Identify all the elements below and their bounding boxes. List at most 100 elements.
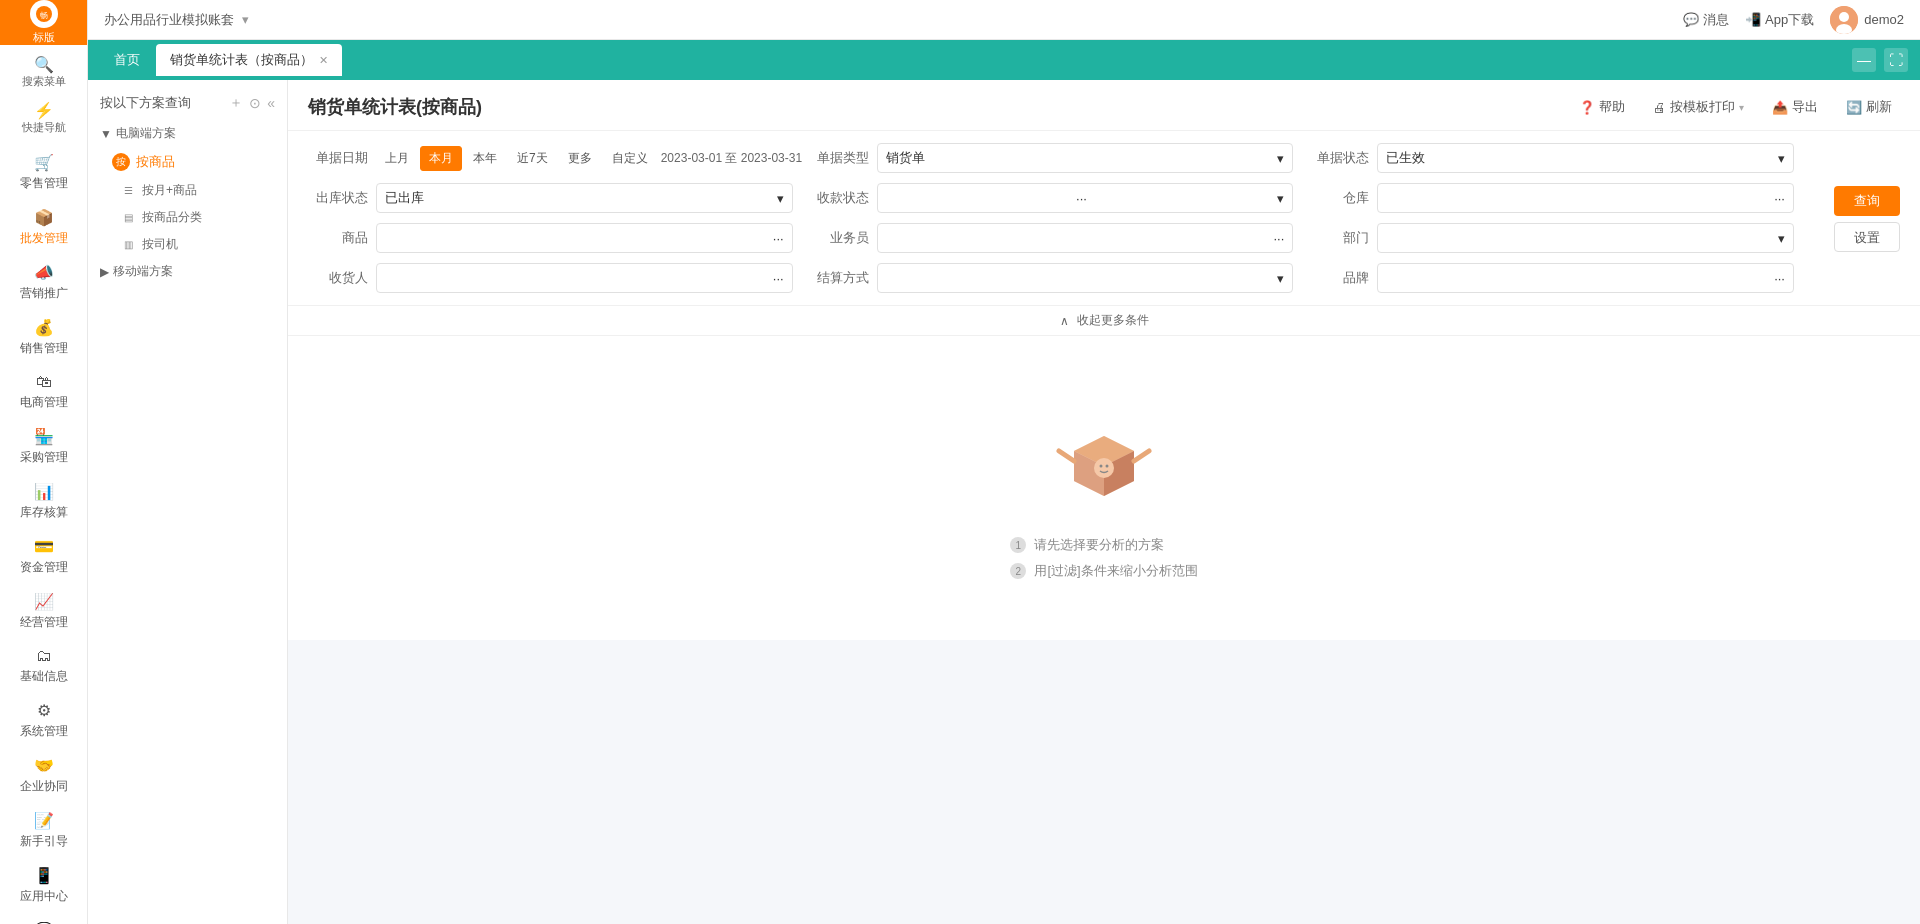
date-tab-this-month[interactable]: 本月 xyxy=(420,146,462,171)
svg-line-13 xyxy=(1134,451,1149,461)
finance-label: 资金管理 xyxy=(20,559,68,576)
scheme-label-by-product: 按商品 xyxy=(136,153,175,171)
collapse-panel-icon[interactable]: « xyxy=(267,95,275,111)
expand-icon: ▼ xyxy=(100,127,112,141)
doc-type-value: 销货单 xyxy=(886,149,925,167)
sidebar-item-basic[interactable]: 🗂 基础信息 xyxy=(0,639,87,693)
sidebar-item-system[interactable]: ⚙ 系统管理 xyxy=(0,693,87,748)
user-name: demo2 xyxy=(1864,12,1904,27)
marketing-label: 营销推广 xyxy=(20,285,68,302)
tab-home[interactable]: 首页 xyxy=(100,44,154,76)
sub-label-warehouse: 按司机 xyxy=(142,236,178,253)
app-download-btn[interactable]: 📲 App下载 xyxy=(1745,11,1814,29)
wholesale-label: 批发管理 xyxy=(20,230,68,247)
desktop-group-header[interactable]: ▼ 电脑端方案 xyxy=(88,120,287,147)
user-info[interactable]: demo2 xyxy=(1830,6,1904,34)
sidebar: 畅 标版 🔍 搜索菜单 ⚡ 快捷导航 🛒 零售管理 📦 批发管理 📣 营销推广 … xyxy=(0,0,88,924)
sidebar-item-enterprise[interactable]: 🤝 企业协同 xyxy=(0,748,87,803)
query-button[interactable]: 查询 xyxy=(1834,186,1900,216)
scheme-sub-by-warehouse[interactable]: ▥ 按司机 xyxy=(88,231,287,258)
product-control[interactable]: ··· xyxy=(376,223,793,253)
date-tab-last-month[interactable]: 上月 xyxy=(376,146,418,171)
tab-report[interactable]: 销货单统计表（按商品） ✕ xyxy=(156,44,342,76)
sidebar-item-app-center[interactable]: 📱 应用中心 xyxy=(0,858,87,913)
settings-button[interactable]: 设置 xyxy=(1834,222,1900,252)
sub-icon-warehouse: ▥ xyxy=(120,237,136,253)
add-scheme-icon[interactable]: ＋ xyxy=(229,94,243,112)
basic-label: 基础信息 xyxy=(20,668,68,685)
svg-point-11 xyxy=(1106,465,1109,468)
app-center-label: 应用中心 xyxy=(20,888,68,905)
logo-icon: 畅 xyxy=(30,0,58,28)
salesperson-control[interactable]: ··· xyxy=(877,223,1294,253)
export-btn[interactable]: 📤 导出 xyxy=(1764,94,1826,120)
payment-label: 收款状态 xyxy=(809,189,869,207)
filter-receiver: 收货人 ··· xyxy=(308,263,809,293)
mobile-expand-icon: ▶ xyxy=(100,265,109,279)
settings-scheme-icon[interactable]: ⊙ xyxy=(249,95,261,111)
brand-dots: ··· xyxy=(1774,271,1785,286)
panel-actions: ＋ ⊙ « xyxy=(229,94,275,112)
collapse-bar[interactable]: ∧ 收起更多条件 xyxy=(288,306,1920,336)
sidebar-item-marketing[interactable]: 📣 营销推广 xyxy=(0,255,87,310)
sidebar-item-retail[interactable]: 🛒 零售管理 xyxy=(0,145,87,200)
filter-date: 单据日期 上月 本月 本年 近7天 更多 自定义 2023-03-01 至 20… xyxy=(308,143,809,173)
payment-control[interactable]: ··· ▾ xyxy=(877,183,1294,213)
inventory-icon: 📊 xyxy=(34,482,54,501)
tab-maximize-btn[interactable]: ⛶ xyxy=(1884,48,1908,72)
filter-warehouse: 仓库 ··· xyxy=(1309,183,1810,213)
print-btn[interactable]: 🖨 按模板打印 ▾ xyxy=(1645,94,1752,120)
doc-status-control[interactable]: 已生效 ▾ xyxy=(1377,143,1794,173)
refresh-btn[interactable]: 🔄 刷新 xyxy=(1838,94,1900,120)
tab-close-icon[interactable]: ✕ xyxy=(319,54,328,67)
sidebar-item-inventory[interactable]: 📊 库存核算 xyxy=(0,474,87,529)
message-icon: 💬 xyxy=(1683,12,1699,27)
operation-label: 经营管理 xyxy=(20,614,68,631)
date-tab-this-year[interactable]: 本年 xyxy=(464,146,506,171)
warehouse-control[interactable]: ··· xyxy=(1377,183,1794,213)
sidebar-item-finance[interactable]: 💳 资金管理 xyxy=(0,529,87,584)
scheme-sub-by-month-product[interactable]: ☰ 按月+商品 xyxy=(88,177,287,204)
tip-text-2: 用[过滤]条件来缩小分析范围 xyxy=(1034,562,1197,580)
department-control[interactable]: ▾ xyxy=(1377,223,1794,253)
sidebar-item-wholesale[interactable]: 📦 批发管理 xyxy=(0,200,87,255)
operation-icon: 📈 xyxy=(34,592,54,611)
scheme-sub-by-category[interactable]: ▤ 按商品分类 xyxy=(88,204,287,231)
scheme-item-by-product[interactable]: 按 按商品 xyxy=(88,147,287,177)
finance-icon: 💳 xyxy=(34,537,54,556)
brand-control[interactable]: ··· xyxy=(1377,263,1794,293)
date-tab-7days[interactable]: 近7天 xyxy=(508,146,557,171)
message-btn[interactable]: 💬 消息 xyxy=(1683,11,1729,29)
payment-dots: ··· xyxy=(1076,191,1087,206)
salesperson-label: 业务员 xyxy=(809,229,869,247)
dropdown-arrow[interactable]: ▾ xyxy=(242,12,249,27)
page-body: 按以下方案查询 ＋ ⊙ « ▼ 电脑端方案 按 按商品 ☰ xyxy=(88,80,1920,924)
receiver-control[interactable]: ··· xyxy=(376,263,793,293)
mobile-group-header[interactable]: ▶ 移动端方案 xyxy=(88,258,287,285)
tabs-actions: — ⛶ xyxy=(1852,48,1908,72)
sidebar-item-ecommerce[interactable]: 🛍 电商管理 xyxy=(0,365,87,419)
date-tab-custom[interactable]: 自定义 xyxy=(603,146,657,171)
tab-minimize-btn[interactable]: — xyxy=(1852,48,1876,72)
doc-type-chevron: ▾ xyxy=(1277,151,1284,166)
top-header: 办公用品行业模拟账套 ▾ 💬 消息 📲 App下载 de xyxy=(88,0,1920,40)
empty-illustration xyxy=(1044,396,1164,516)
date-tab-more[interactable]: 更多 xyxy=(559,146,601,171)
doc-status-value: 已生效 xyxy=(1386,149,1425,167)
sidebar-item-sales[interactable]: 💰 销售管理 xyxy=(0,310,87,365)
sidebar-item-wechat[interactable]: 💬 企业微信 xyxy=(0,913,87,924)
message-label: 消息 xyxy=(1703,11,1729,29)
sidebar-item-guide[interactable]: 📝 新手引导 xyxy=(0,803,87,858)
sidebar-item-purchase[interactable]: 🏪 采购管理 xyxy=(0,419,87,474)
doc-type-control[interactable]: 销货单 ▾ xyxy=(877,143,1294,173)
settlement-control[interactable]: ▾ xyxy=(877,263,1294,293)
sidebar-item-search-menu[interactable]: 🔍 搜索菜单 xyxy=(0,45,87,95)
out-status-label: 出库状态 xyxy=(308,189,368,207)
industry-title: 办公用品行业模拟账套 xyxy=(104,11,234,29)
sidebar-item-operation[interactable]: 📈 经营管理 xyxy=(0,584,87,639)
help-btn[interactable]: ❓ 帮助 xyxy=(1571,94,1633,120)
out-status-control[interactable]: 已出库 ▾ xyxy=(376,183,793,213)
sidebar-item-quick-nav[interactable]: ⚡ 快捷导航 xyxy=(0,95,87,141)
collapse-label: 收起更多条件 xyxy=(1077,312,1149,329)
avatar xyxy=(1830,6,1858,34)
